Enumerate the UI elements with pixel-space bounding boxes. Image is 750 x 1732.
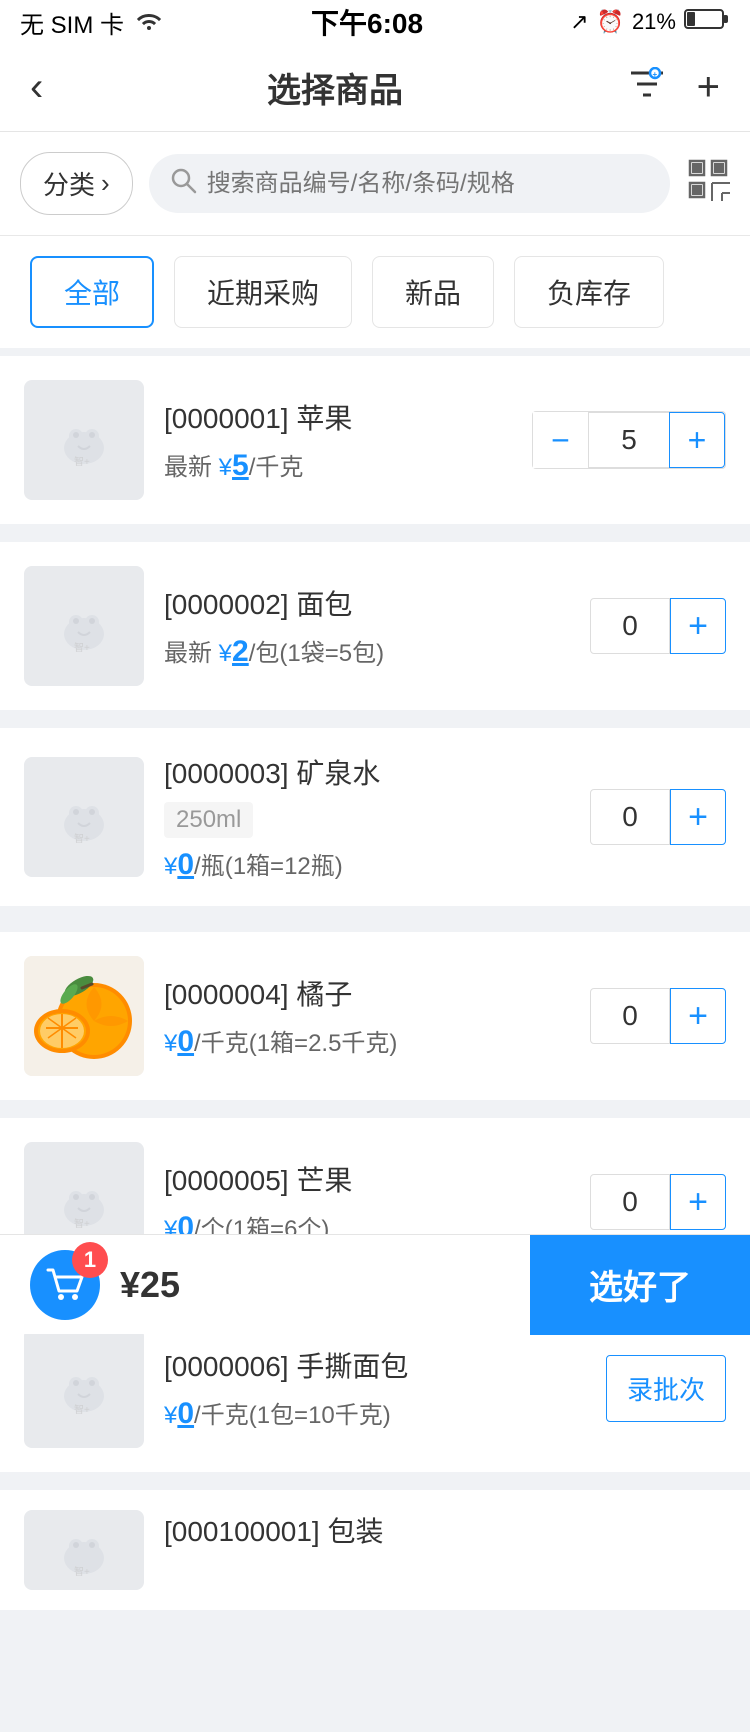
category-label: 分类 <box>43 165 95 202</box>
wifi-icon <box>134 8 164 37</box>
product-actions: + <box>590 598 726 654</box>
product-actions: + <box>590 789 726 845</box>
product-item: 智+ [0000003] 矿泉水 250ml ¥0/瓶(1箱=12瓶) + <box>0 728 750 906</box>
tab-all[interactable]: 全部 <box>30 256 154 328</box>
page-title: 选择商品 <box>267 63 403 112</box>
product-name: [0000002] 面包 <box>164 583 570 623</box>
search-icon <box>169 166 197 201</box>
product-thumbnail: 智+ <box>24 1328 144 1448</box>
status-time: 下午6:08 <box>311 2 423 42</box>
search-bar: 分类 › <box>0 132 750 236</box>
product-name: [0000001] 苹果 <box>164 397 512 437</box>
status-left: 无 SIM 卡 <box>20 5 164 40</box>
cart-badge: 1 <box>72 1242 108 1278</box>
product-price: ¥0/瓶(1箱=12瓶) <box>164 846 570 882</box>
tab-recent[interactable]: 近期采购 <box>174 256 352 328</box>
product-name: [0000003] 矿泉水 <box>164 752 570 792</box>
product-price: 最新 ¥5/千克 <box>164 447 512 483</box>
add-icon[interactable]: + <box>697 65 720 110</box>
product-item: 智+ [0000001] 苹果 最新 ¥5/千克 − + <box>0 356 750 524</box>
svg-text:智+: 智+ <box>74 455 90 468</box>
decrease-button[interactable]: − <box>533 412 589 468</box>
filter-icon[interactable]: + <box>627 67 667 108</box>
increase-button[interactable]: + <box>670 988 726 1044</box>
signal-text: 无 SIM 卡 <box>20 5 124 40</box>
svg-text:智+: 智+ <box>74 1565 90 1578</box>
product-info: [0000002] 面包 最新 ¥2/包(1袋=5包) <box>164 583 570 669</box>
tab-bar: 全部 近期采购 新品 负库存 <box>0 236 750 356</box>
product-item: [0000004] 橘子 ¥0/千克(1箱=2.5千克) + <box>0 932 750 1100</box>
search-input-wrap <box>149 154 670 213</box>
product-thumbnail: 智+ <box>24 1510 144 1590</box>
location-icon: ↗ <box>570 9 588 35</box>
product-info: [000100001] 包装 <box>164 1510 726 1560</box>
increase-button[interactable]: + <box>670 1174 726 1230</box>
product-price: ¥0/千克(1箱=2.5千克) <box>164 1023 570 1059</box>
product-info: [0000003] 矿泉水 250ml ¥0/瓶(1箱=12瓶) <box>164 752 570 882</box>
product-actions: − + <box>532 411 726 469</box>
status-bar: 无 SIM 卡 下午6:08 ↗ ⏰ 21% <box>0 0 750 44</box>
svg-text:+: + <box>652 70 657 79</box>
product-list: 智+ [0000001] 苹果 最新 ¥5/千克 − + <box>0 356 750 1732</box>
product-actions: 录批次 <box>606 1355 726 1422</box>
svg-text:智+: 智+ <box>74 832 90 845</box>
cart-icon-button[interactable]: 1 <box>30 1250 100 1320</box>
increase-button[interactable]: + <box>670 598 726 654</box>
category-arrow: › <box>101 168 110 199</box>
product-thumbnail: 智+ <box>24 566 144 686</box>
product-thumbnail <box>24 956 144 1076</box>
product-name: [0000005] 芒果 <box>164 1159 570 1199</box>
tab-new[interactable]: 新品 <box>372 256 494 328</box>
product-item: 智+ [0000002] 面包 最新 ¥2/包(1袋=5包) + <box>0 542 750 710</box>
category-button[interactable]: 分类 › <box>20 152 133 215</box>
quantity-input[interactable] <box>590 598 670 654</box>
product-info: [0000004] 橘子 ¥0/千克(1箱=2.5千克) <box>164 973 570 1059</box>
status-right: ↗ ⏰ 21% <box>570 7 730 37</box>
product-spec: 250ml <box>164 802 253 838</box>
product-price: ¥0/千克(1包=10千克) <box>164 1395 586 1431</box>
product-name: [0000006] 手撕面包 <box>164 1345 586 1385</box>
tab-negative[interactable]: 负库存 <box>514 256 664 328</box>
back-button[interactable]: ‹ <box>30 65 43 110</box>
cart-total: ¥25 <box>120 1264 180 1306</box>
product-info: [0000006] 手撕面包 ¥0/千克(1包=10千克) <box>164 1345 586 1431</box>
svg-text:智+: 智+ <box>74 1217 90 1230</box>
svg-text:智+: 智+ <box>74 641 90 654</box>
product-info: [0000005] 芒果 ¥0/个(1箱=6个) <box>164 1159 570 1245</box>
increase-button[interactable]: + <box>670 789 726 845</box>
batch-button[interactable]: 录批次 <box>606 1355 726 1422</box>
quantity-input[interactable] <box>590 1174 670 1230</box>
alarm-icon: ⏰ <box>597 9 624 35</box>
cart-section: 1 ¥25 <box>0 1250 530 1320</box>
product-thumbnail: 智+ <box>24 380 144 500</box>
product-price: 最新 ¥2/包(1袋=5包) <box>164 633 570 669</box>
battery-text: 21% <box>632 9 676 35</box>
product-actions: + <box>590 1174 726 1230</box>
increase-button[interactable]: + <box>669 412 725 468</box>
quantity-control: − + <box>532 411 726 469</box>
svg-text:智+: 智+ <box>74 1403 90 1416</box>
product-item: 智+ [000100001] 包装 <box>0 1490 750 1610</box>
quantity-input[interactable] <box>589 412 669 468</box>
quantity-input[interactable] <box>590 988 670 1044</box>
nav-bar: ‹ 选择商品 + + <box>0 44 750 132</box>
quantity-input[interactable] <box>590 789 670 845</box>
search-input[interactable] <box>207 170 650 198</box>
bottom-bar: 1 ¥25 选好了 <box>0 1234 750 1334</box>
product-info: [0000001] 苹果 最新 ¥5/千克 <box>164 397 512 483</box>
product-thumbnail: 智+ <box>24 757 144 877</box>
product-name: [0000004] 橘子 <box>164 973 570 1013</box>
product-name: [000100001] 包装 <box>164 1510 726 1550</box>
scan-icon[interactable] <box>686 157 730 210</box>
confirm-button[interactable]: 选好了 <box>530 1235 750 1335</box>
product-actions: + <box>590 988 726 1044</box>
battery-icon <box>684 7 730 37</box>
nav-icons: + + <box>627 65 720 110</box>
